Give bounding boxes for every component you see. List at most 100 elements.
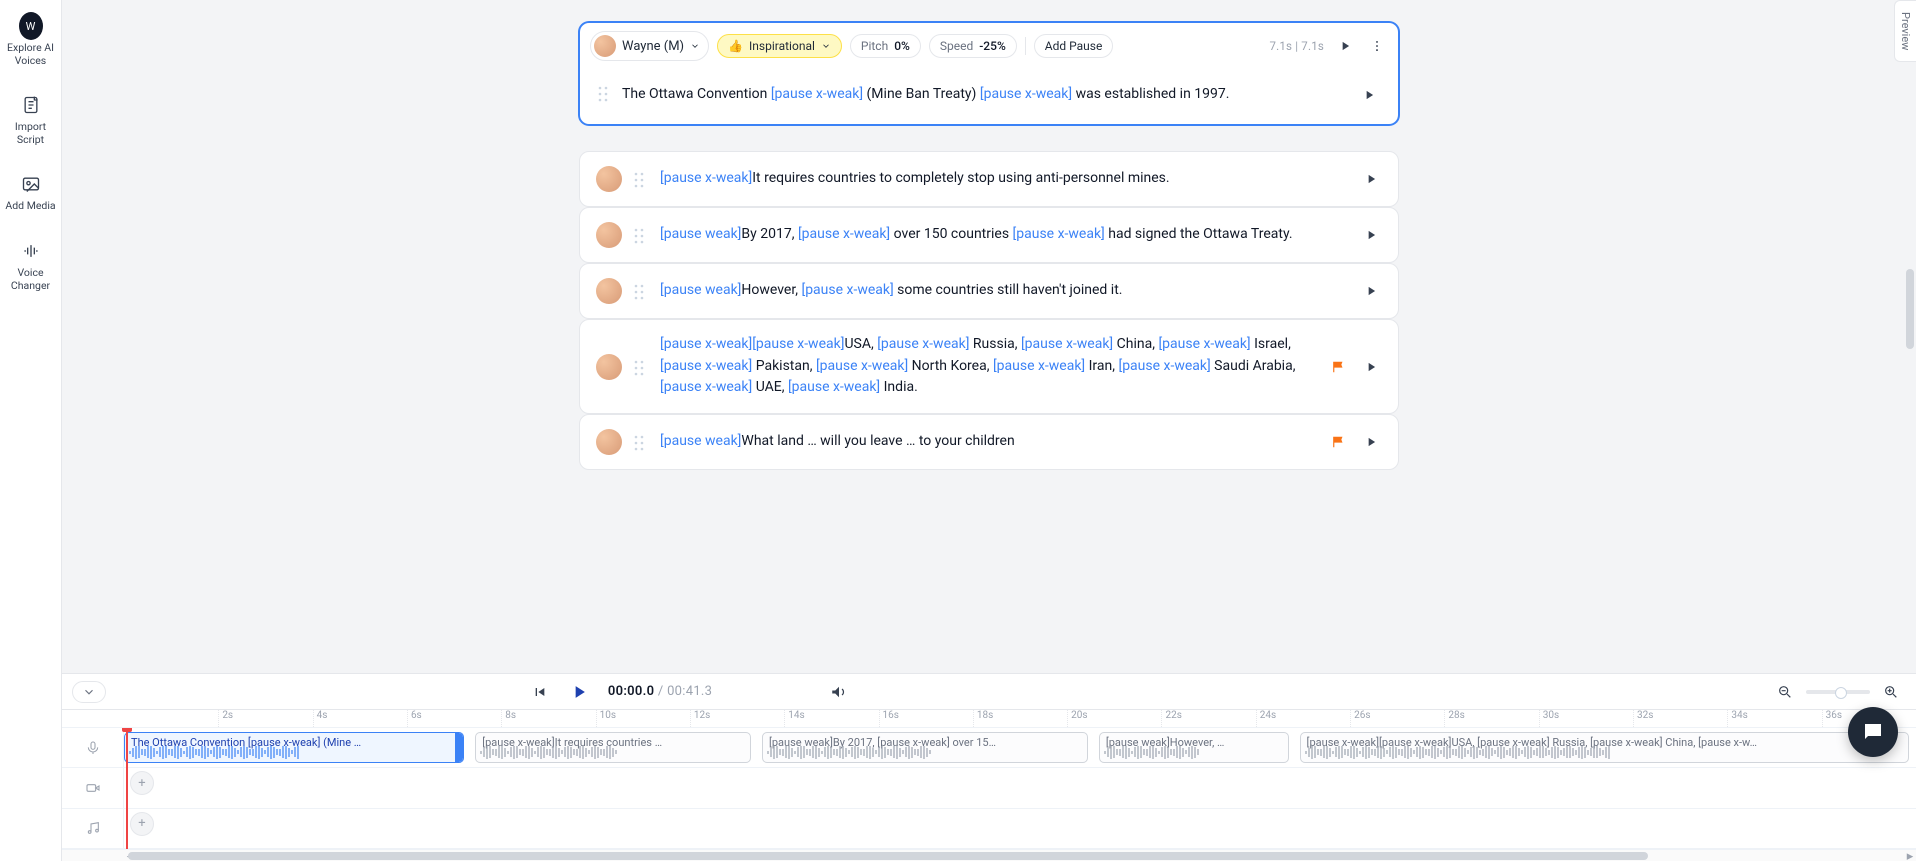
drag-handle-icon[interactable] [634,358,648,376]
script-block[interactable]: [pause weak]What land … will you leave …… [579,414,1399,470]
hscroll-right-arrow[interactable]: ▸ [1904,850,1916,861]
pause-tag[interactable]: [pause weak] [660,226,741,242]
pause-tag[interactable]: [pause x-weak] [660,358,752,374]
script-text[interactable]: [pause x-weak]It requires countries to c… [660,168,1348,190]
script-text[interactable]: [pause weak]However, [pause x-weak] some… [660,280,1348,302]
script-text[interactable]: [pause x-weak][pause x-weak]USA, [pause … [660,334,1318,399]
pause-tag[interactable]: [pause x-weak] [752,336,844,352]
timeline-clip[interactable]: [pause weak]By 2017, [pause x-weak] over… [762,732,1088,763]
drag-handle-icon[interactable] [598,84,612,102]
editor-scroll[interactable]: Wayne (M) 👍 Inspirational Pitch 0% [62,0,1916,673]
script-block[interactable]: [pause x-weak]It requires countries to c… [579,151,1399,207]
play-line-button[interactable] [1360,356,1382,378]
play-line-button[interactable] [1360,280,1382,302]
video-track-button[interactable] [62,768,123,808]
timeline-hscrollbar[interactable]: ◂ ▸ [62,849,1916,861]
script-text[interactable]: [pause weak]By 2017, [pause x-weak] over… [660,224,1348,246]
play-block-button[interactable] [1334,35,1356,57]
voice-avatar-icon[interactable] [596,429,622,455]
pause-tag[interactable]: [pause x-weak] [877,336,969,352]
play-line-button[interactable] [1360,224,1382,246]
drag-handle-icon[interactable] [634,282,648,300]
sidebar-item-add-media[interactable]: Add Media [3,168,57,217]
script-text[interactable]: [pause weak]What land … will you leave …… [660,431,1318,453]
pause-tag[interactable]: [pause x-weak] [1118,358,1210,374]
timeline-ruler[interactable]: 2s4s6s8s10s12s14s16s18s20s22s24s26s28s30… [62,710,1916,728]
pause-tag[interactable]: [pause x-weak] [993,358,1085,374]
add-pause-button[interactable]: Add Pause [1034,34,1114,58]
pause-tag[interactable]: [pause weak] [660,282,741,298]
more-menu-button[interactable] [1366,35,1388,57]
timeline-clip[interactable]: [pause x-weak]It requires countries … [475,732,751,763]
pause-tag[interactable]: [pause weak] [660,433,741,449]
pause-tag[interactable]: [pause x-weak] [788,379,880,395]
block-toolbar: Wayne (M) 👍 Inspirational Pitch 0% [580,23,1398,70]
drag-handle-icon[interactable] [634,433,648,451]
sidebar-item-voice-changer[interactable]: Voice Changer [0,235,61,296]
speed-label: Speed [940,39,973,53]
pause-tag[interactable]: [pause x-weak] [1013,226,1105,242]
voice-avatar-icon[interactable] [596,278,622,304]
video-track[interactable]: + [124,768,1916,808]
hscroll-thumb[interactable] [128,852,1648,860]
pause-tag[interactable]: [pause x-weak] [660,379,752,395]
drag-handle-icon[interactable] [634,226,648,244]
text-fragment: (Mine Ban Treaty) [863,86,980,102]
add-music-clip-button[interactable]: + [130,812,154,836]
chevron-down-icon [821,41,831,51]
script-block[interactable]: [pause weak]By 2017, [pause x-weak] over… [579,207,1399,263]
voice-avatar-icon[interactable] [596,166,622,192]
play-button[interactable] [568,681,590,703]
chat-fab[interactable] [1848,707,1898,757]
pitch-control[interactable]: Pitch 0% [850,34,921,58]
ruler-tick: 24s [1256,710,1276,727]
collapse-timeline-button[interactable] [72,681,106,703]
audio-track[interactable]: The Ottawa Convention [pause x-weak] (Mi… [124,728,1916,768]
flag-icon[interactable] [1330,433,1348,451]
timeline-clip[interactable]: [pause x-weak][pause x-weak]USA, [pause … [1300,732,1909,763]
emotion-selector[interactable]: 👍 Inspirational [717,34,842,58]
skip-start-button[interactable] [528,681,550,703]
ruler-tick: 28s [1444,710,1464,727]
sidebar-item-import-script[interactable]: Import Script [0,89,61,150]
sidebar: W Explore AI Voices Import Script Add Me… [0,0,62,861]
waveform-icon [767,745,1083,759]
voice-avatar-icon[interactable] [596,354,622,380]
zoom-out-button[interactable] [1774,681,1796,703]
speed-control[interactable]: Speed -25% [929,34,1017,58]
pause-tag[interactable]: [pause x-weak] [660,170,752,186]
mic-track-button[interactable] [62,728,123,768]
timeline-clip[interactable]: The Ottawa Convention [pause x-weak] (Mi… [124,732,464,763]
play-line-button[interactable] [1358,84,1380,106]
music-track[interactable]: + [124,809,1916,849]
play-line-button[interactable] [1360,168,1382,190]
ruler-tick: 2s [218,710,233,727]
drag-handle-icon[interactable] [634,170,648,188]
flag-icon[interactable] [1330,358,1348,376]
playhead[interactable] [126,728,128,849]
editor-vscrollbar[interactable] [1904,0,1916,673]
pause-tag[interactable]: [pause x-weak] [1158,336,1250,352]
sidebar-item-explore-voices[interactable]: W Explore AI Voices [0,10,61,71]
video-icon [85,780,101,796]
pause-tag[interactable]: [pause x-weak] [980,86,1072,102]
add-video-clip-button[interactable]: + [130,771,154,795]
script-block[interactable]: [pause weak]However, [pause x-weak] some… [579,263,1399,319]
volume-button[interactable] [828,681,850,703]
play-line-button[interactable] [1360,431,1382,453]
timeline-clip[interactable]: [pause weak]However, … [1099,732,1289,763]
pause-tag[interactable]: [pause x-weak] [771,86,863,102]
pause-tag[interactable]: [pause x-weak] [816,358,908,374]
zoom-in-button[interactable] [1880,681,1902,703]
pause-tag[interactable]: [pause x-weak] [801,282,893,298]
music-track-button[interactable] [62,809,123,849]
script-block-selected[interactable]: Wayne (M) 👍 Inspirational Pitch 0% [579,22,1399,125]
zoom-slider[interactable] [1806,690,1870,694]
voice-avatar-icon[interactable] [596,222,622,248]
pause-tag[interactable]: [pause x-weak] [1021,336,1113,352]
script-block[interactable]: [pause x-weak][pause x-weak]USA, [pause … [579,319,1399,414]
pause-tag[interactable]: [pause x-weak] [660,336,752,352]
script-text[interactable]: The Ottawa Convention [pause x-weak] (Mi… [622,84,1348,106]
voice-selector[interactable]: Wayne (M) [590,31,709,61]
pause-tag[interactable]: [pause x-weak] [798,226,890,242]
